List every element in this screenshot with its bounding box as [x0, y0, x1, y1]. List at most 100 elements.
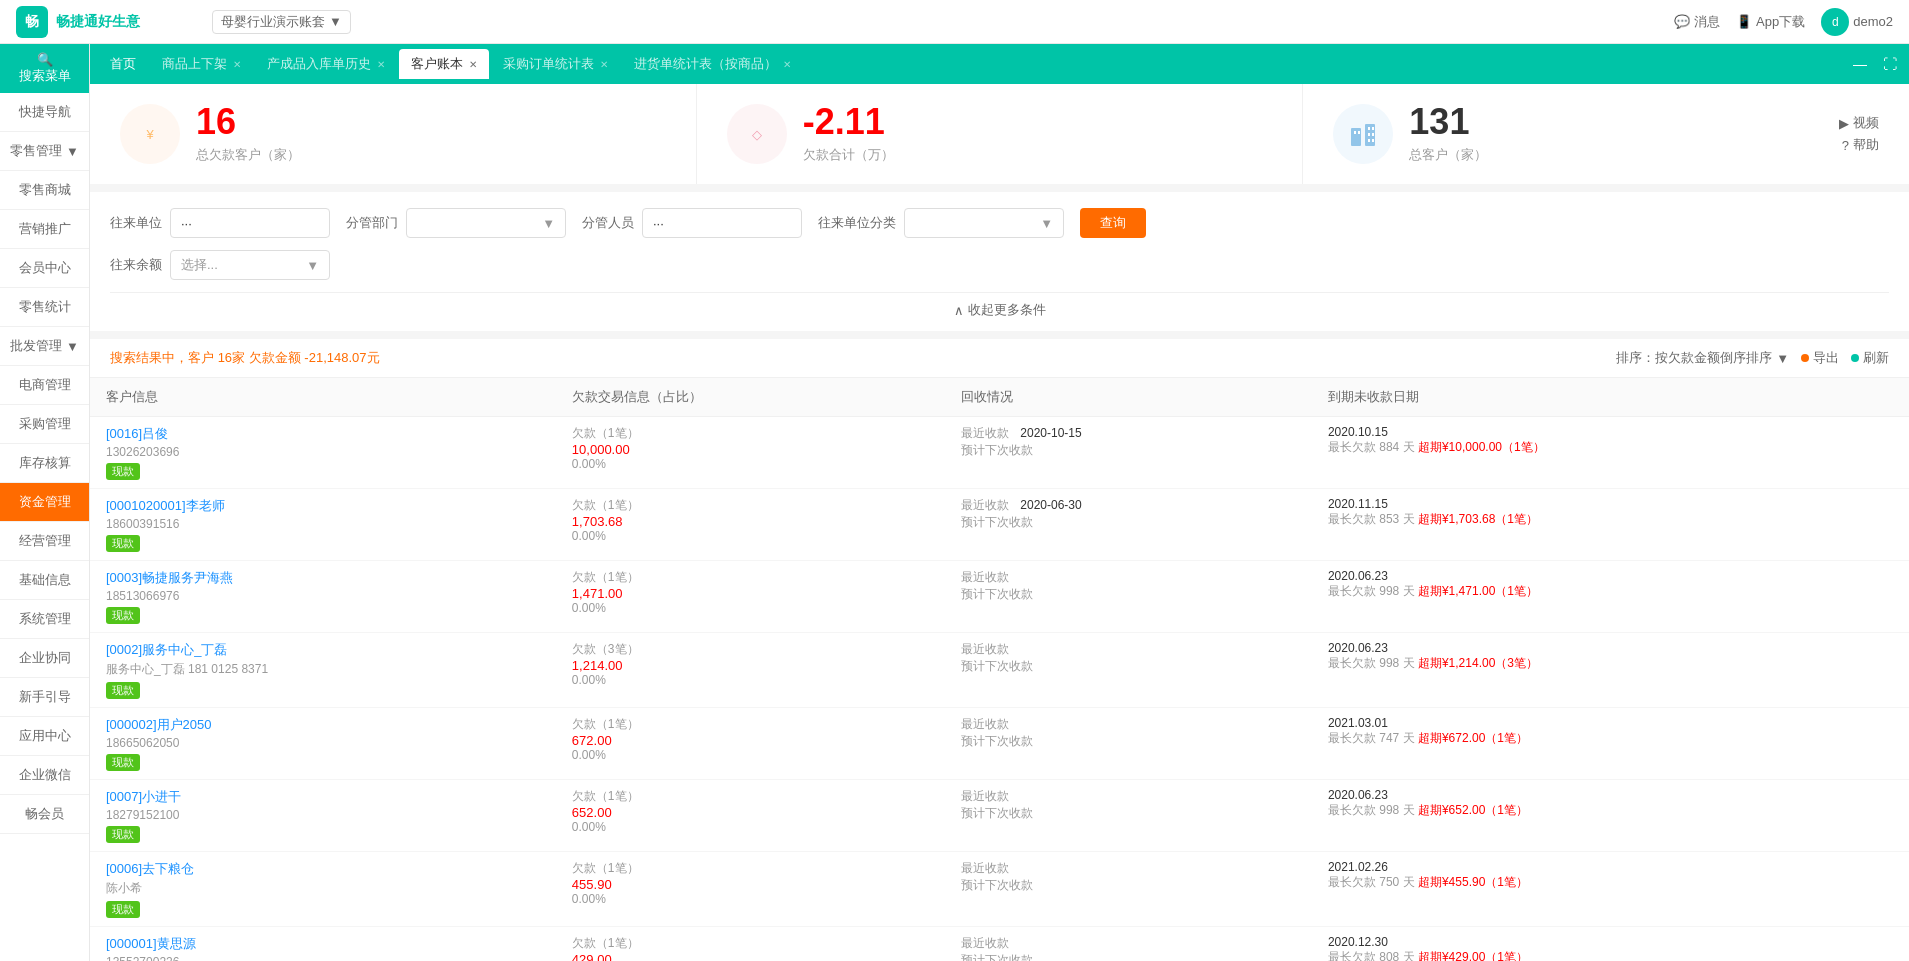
tab-customer-account-close[interactable]: ✕: [469, 59, 477, 70]
retail-mgmt-label: 零售管理: [10, 142, 62, 160]
sidebar-item-retail-stats[interactable]: 零售统计: [0, 288, 89, 327]
sidebar-item-retail-mgmt[interactable]: 零售管理 ▼: [0, 132, 89, 171]
tab-purchase-order-close[interactable]: ✕: [600, 59, 608, 70]
filter-dept: 分管部门 ▼: [346, 208, 566, 238]
refresh-dot-icon: [1851, 354, 1859, 362]
stat-info-debt-customers: 16 总欠款客户（家）: [196, 104, 300, 164]
stat-card-total-customers: 131 总客户（家） ▶ 视频 ? 帮助: [1303, 84, 1909, 184]
store-dropdown-icon: ▼: [329, 14, 342, 29]
search-button[interactable]: 查询: [1080, 208, 1146, 238]
sidebar-item-finance[interactable]: 资金管理: [0, 483, 89, 522]
balance-placeholder: 选择...: [181, 256, 218, 274]
refresh-btn[interactable]: 刷新: [1851, 349, 1889, 367]
sidebar-item-quick-nav[interactable]: 快捷导航: [0, 93, 89, 132]
result-middle: 欠款金额: [249, 350, 305, 365]
phone-icon: 📱: [1736, 14, 1752, 29]
user-name: demo2: [1853, 14, 1893, 29]
cell-customer-3: [0002]服务中心_丁磊 服务中心_丁磊 181 0125 8371 现款: [90, 633, 556, 708]
overdue-amount-3[interactable]: 超期¥1,214.00（3笔）: [1418, 656, 1538, 670]
table-toolbar: 搜索结果中，客户 16家 欠款金额 -21,148.07元 排序：按欠款金额倒序…: [90, 339, 1909, 378]
sidebar-item-member[interactable]: 会员中心: [0, 249, 89, 288]
sidebar-search[interactable]: 🔍 搜索菜单: [0, 44, 89, 93]
sidebar-item-system[interactable]: 系统管理: [0, 600, 89, 639]
customer-phone-0: 13026203696: [106, 445, 540, 459]
customer-phone-6: 陈小希: [106, 880, 540, 897]
sidebar-item-ecommerce[interactable]: 电商管理: [0, 366, 89, 405]
tab-product-history-close[interactable]: ✕: [377, 59, 385, 70]
tab-product-shelf-close[interactable]: ✕: [233, 59, 241, 70]
sidebar-item-retail-mall[interactable]: 零售商城: [0, 171, 89, 210]
tab-fullscreen-btn[interactable]: ⛶: [1879, 52, 1901, 76]
sidebar-item-batch-mgmt[interactable]: 批发管理 ▼: [0, 327, 89, 366]
customer-name-4[interactable]: [000002]用户2050: [106, 716, 540, 734]
overdue-amount-7[interactable]: 超期¥429.00（1笔）: [1418, 950, 1528, 961]
dept-arrow-icon: ▼: [542, 216, 555, 231]
overdue-amount-0[interactable]: 超期¥10,000.00（1笔）: [1418, 440, 1545, 454]
messages-btn[interactable]: 💬 消息: [1674, 13, 1720, 31]
tab-purchase-order[interactable]: 采购订单统计表 ✕: [491, 49, 620, 79]
tab-product-shelf[interactable]: 商品上下架 ✕: [150, 49, 253, 79]
quick-nav-label: 快捷导航: [4, 103, 85, 121]
customer-name-6[interactable]: [0006]去下粮仓: [106, 860, 540, 878]
overdue-amount-4[interactable]: 超期¥672.00（1笔）: [1418, 731, 1528, 745]
help-btn[interactable]: ? 帮助: [1842, 136, 1879, 154]
sidebar-item-enterprise-collab[interactable]: 企业协同: [0, 639, 89, 678]
sort-info[interactable]: 排序：按欠款金额倒序排序 ▼: [1616, 349, 1789, 367]
customer-name-5[interactable]: [0007]小进干: [106, 788, 540, 806]
tab-inventory-stats[interactable]: 进货单统计表（按商品） ✕: [622, 49, 803, 79]
due-date-2: 2020.06.23: [1328, 569, 1893, 583]
customer-name-3[interactable]: [0002]服务中心_丁磊: [106, 641, 540, 659]
customer-name-1[interactable]: [0001020001]李老师: [106, 497, 540, 515]
source-unit-input[interactable]: ···: [170, 208, 330, 238]
app-download-btn[interactable]: 📱 App下载: [1736, 13, 1805, 31]
customer-name-2[interactable]: [0003]畅捷服务尹海燕: [106, 569, 540, 587]
balance-select[interactable]: 选择... ▼: [170, 250, 330, 280]
sidebar-item-enterprise-wechat[interactable]: 企业微信: [0, 756, 89, 795]
sidebar-item-basic-info[interactable]: 基础信息: [0, 561, 89, 600]
sort-label: 排序：按欠款金额倒序排序: [1616, 349, 1772, 367]
customer-name-0[interactable]: [0016]吕俊: [106, 425, 540, 443]
overdue-amount-6[interactable]: 超期¥455.90（1笔）: [1418, 875, 1528, 889]
store-selector[interactable]: 母婴行业演示账套 ▼: [212, 10, 351, 34]
sidebar-item-purchase[interactable]: 采购管理: [0, 405, 89, 444]
filter-collapse-btn[interactable]: ∧ 收起更多条件: [110, 292, 1889, 323]
person-input[interactable]: ···: [642, 208, 802, 238]
last-collect-label-7: 最近收款: [961, 935, 1296, 952]
tab-minimize-btn[interactable]: —: [1849, 52, 1871, 76]
col-collection: 回收情况: [945, 378, 1312, 417]
stats-banner: ¥ 16 总欠款客户（家） ◇ -2.11 欠款合计（万）: [90, 84, 1909, 184]
person-label: 分管人员: [582, 214, 634, 232]
debt-pct-4: 0.00%: [572, 748, 929, 762]
last-collect-label-2: 最近收款: [961, 569, 1296, 586]
tab-inventory-stats-close[interactable]: ✕: [783, 59, 791, 70]
video-btn[interactable]: ▶ 视频: [1839, 114, 1879, 132]
sidebar-item-app-center[interactable]: 应用中心: [0, 717, 89, 756]
cell-customer-7: [000001]黄思源 13552700226 现款: [90, 927, 556, 962]
user-profile[interactable]: d demo2: [1821, 8, 1893, 36]
cell-due-date-0: 2020.10.15 最长欠款 884 天 超期¥10,000.00（1笔）: [1312, 417, 1909, 489]
debt-amount-6: 455.90: [572, 877, 929, 892]
customer-name-7[interactable]: [000001]黄思源: [106, 935, 540, 953]
unit-category-label: 往来单位分类: [818, 214, 896, 232]
export-btn[interactable]: 导出: [1801, 349, 1839, 367]
unit-category-select[interactable]: ▼: [904, 208, 1064, 238]
cell-collection-7: 最近收款 预计下次收款: [945, 927, 1312, 962]
basic-info-label: 基础信息: [4, 571, 85, 589]
overdue-amount-5[interactable]: 超期¥652.00（1笔）: [1418, 803, 1528, 817]
sidebar-item-inventory[interactable]: 库存核算: [0, 444, 89, 483]
overdue-amount-2[interactable]: 超期¥1,471.00（1笔）: [1418, 584, 1538, 598]
sidebar-item-marketing[interactable]: 营销推广: [0, 210, 89, 249]
svg-rect-4: [1368, 127, 1370, 130]
sidebar-item-new-guide[interactable]: 新手引导: [0, 678, 89, 717]
due-date-5: 2020.06.23: [1328, 788, 1893, 802]
tab-product-history[interactable]: 产成品入库单历史 ✕: [255, 49, 397, 79]
overdue-amount-1[interactable]: 超期¥1,703.68（1笔）: [1418, 512, 1538, 526]
system-label: 系统管理: [4, 610, 85, 628]
sidebar-item-vip[interactable]: 畅会员: [0, 795, 89, 834]
sidebar-item-business-mgmt[interactable]: 经营管理: [0, 522, 89, 561]
main-content: 首页 商品上下架 ✕ 产成品入库单历史 ✕ 客户账本 ✕ 采购订单统计表 ✕ 进…: [90, 44, 1909, 961]
dept-select[interactable]: ▼: [406, 208, 566, 238]
tab-customer-account[interactable]: 客户账本 ✕: [399, 49, 489, 79]
tab-home[interactable]: 首页: [98, 49, 148, 79]
next-collect-1: 预计下次收款: [961, 514, 1296, 531]
